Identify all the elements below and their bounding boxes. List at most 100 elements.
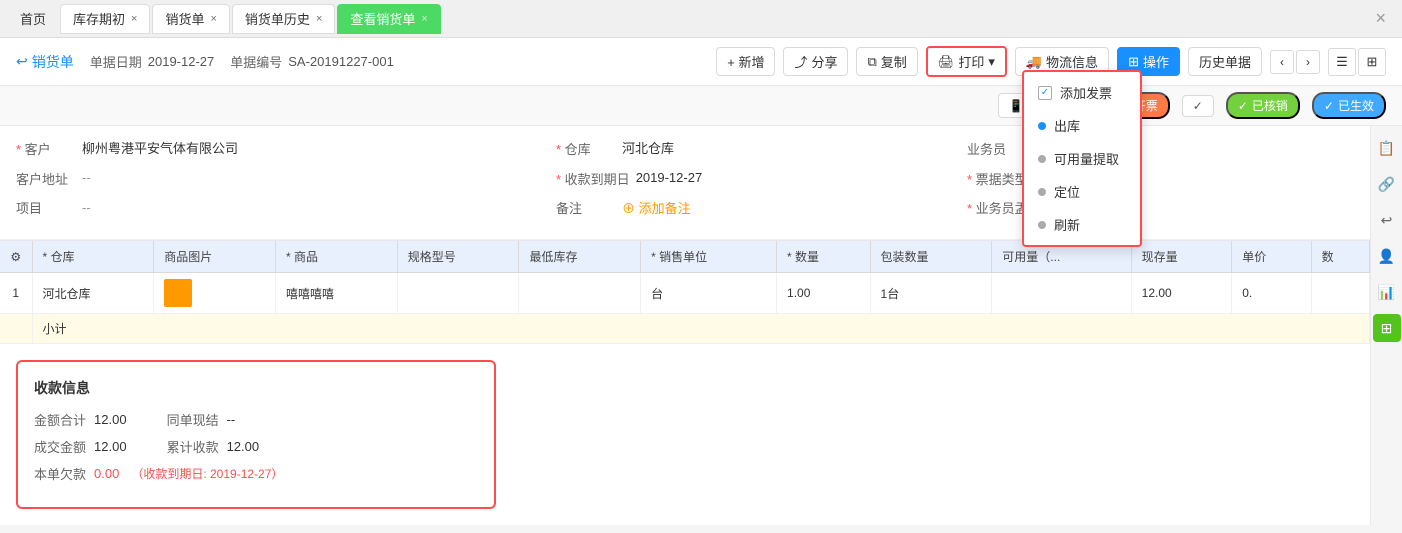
tab-sales-history-label: 销货单历史 bbox=[245, 9, 310, 28]
form-row-1: 客户 柳州粤港平安气体有限公司 仓库 河北仓库 业务员 演示账号 bbox=[16, 138, 1354, 158]
transaction-amount-field: 成交金额 12.00 bbox=[34, 437, 127, 456]
bottom-section: 收款信息 金额合计 12.00 同单现结 -- bbox=[0, 344, 1370, 525]
total-label: 金额合计 bbox=[34, 410, 86, 429]
staff-label: 业务员 bbox=[967, 139, 1027, 158]
dropdown-item-available[interactable]: 可用量提取 bbox=[1024, 142, 1140, 175]
row-min-stock bbox=[519, 273, 641, 314]
nav-next-button[interactable]: › bbox=[1296, 50, 1320, 74]
warehouse-value: 河北仓库 bbox=[622, 138, 943, 158]
cumulative-receipt-field: 累计收款 12.00 bbox=[167, 437, 260, 456]
available-dot-icon bbox=[1038, 155, 1046, 163]
cumulative-receipt-label: 累计收款 bbox=[167, 437, 219, 456]
outbound-dot-icon bbox=[1038, 122, 1046, 130]
main-content-wrapper: ↩ 销货单 单据日期 2019-12-27 单据编号 SA-20191227-0… bbox=[0, 38, 1402, 525]
cancelled-button[interactable]: ✓ 已核销 bbox=[1226, 92, 1300, 119]
nav-arrows: ‹ › bbox=[1270, 50, 1320, 74]
doc-meta: 单据日期 2019-12-27 单据编号 SA-20191227-001 bbox=[90, 52, 394, 71]
customer-label: 客户 bbox=[16, 139, 76, 158]
history-label: 历史单据 bbox=[1199, 52, 1251, 71]
col-settings[interactable]: ⚙ bbox=[0, 241, 32, 273]
copy-button[interactable]: ⧉ 复制 bbox=[856, 47, 917, 76]
app-container: 首页 库存期初 × 销货单 × 销货单历史 × 查看销货单 × × ↩ 销货单 bbox=[0, 0, 1402, 525]
history-button[interactable]: 历史单据 bbox=[1188, 47, 1262, 76]
nav-prev-button[interactable]: ‹ bbox=[1270, 50, 1294, 74]
ticket-type-label: 票据类型 bbox=[967, 169, 1028, 188]
logistics-label: 物流信息 bbox=[1046, 52, 1098, 71]
copy-label: 复制 bbox=[881, 52, 907, 71]
tab-inventory-label: 库存期初 bbox=[73, 9, 125, 28]
print-icon: 🖨 bbox=[938, 54, 955, 70]
share-button[interactable]: ⤴ 分享 bbox=[783, 47, 848, 76]
effective-check-icon: ✓ bbox=[1324, 99, 1334, 113]
sidebar-icon-3[interactable]: ↩ bbox=[1373, 206, 1401, 234]
share-icon: ⤴ bbox=[794, 52, 807, 71]
items-table: ⚙ * 仓库 商品图片 * 商品 规格型号 最低库存 * 销售单位 * 数量 包… bbox=[0, 241, 1370, 344]
dropdown-item-refresh[interactable]: 刷新 bbox=[1024, 208, 1140, 241]
subtotal-label bbox=[0, 314, 32, 344]
refresh-label: 刷新 bbox=[1054, 215, 1080, 234]
confirm-button[interactable]: ✓ bbox=[1182, 95, 1214, 117]
row-product: 嘻嘻嘻嘻 bbox=[275, 273, 397, 314]
same-order-settle-label: 同单现结 bbox=[167, 410, 219, 429]
total-field: 金额合计 12.00 bbox=[34, 410, 127, 429]
row-unit-price: 0. bbox=[1232, 273, 1311, 314]
row-extra bbox=[1311, 273, 1369, 314]
tab-home[interactable]: 首页 bbox=[8, 4, 58, 34]
sidebar-icon-4[interactable]: 👤 bbox=[1373, 242, 1401, 270]
row-spec bbox=[397, 273, 519, 314]
print-button[interactable]: 🖨 打印 ▾ bbox=[926, 46, 1007, 77]
tab-sales-label: 销货单 bbox=[165, 9, 204, 28]
form-row-2: 客户地址 -- 收款到期日 2019-12-27 票据类型 不开票 bbox=[16, 168, 1354, 188]
sidebar-icon-2[interactable]: 🔗 bbox=[1373, 170, 1401, 198]
add-remarks-button[interactable]: ⊕ 添加备注 bbox=[622, 198, 691, 217]
print-arrow-icon: ▾ bbox=[988, 54, 995, 70]
doc-title-area: ↩ 销货单 bbox=[16, 52, 74, 72]
view-buttons: ☰ ⊞ bbox=[1328, 48, 1386, 76]
tab-sales-close[interactable]: × bbox=[210, 13, 216, 25]
tab-sales[interactable]: 销货单 × bbox=[152, 4, 229, 34]
tab-sales-history[interactable]: 销货单历史 × bbox=[232, 4, 335, 34]
tab-view-sales[interactable]: 查看销货单 × bbox=[337, 4, 440, 34]
confirm-icon: ✓ bbox=[1193, 99, 1203, 113]
remarks-label: 备注 bbox=[556, 198, 616, 217]
row-package-qty: 1台 bbox=[870, 273, 992, 314]
sidebar-icon-5[interactable]: 📊 bbox=[1373, 278, 1401, 306]
new-button[interactable]: + 新增 bbox=[716, 47, 775, 76]
payment-date-label: 收款到期日 bbox=[556, 169, 630, 188]
sidebar-icon-1[interactable]: 📋 bbox=[1373, 134, 1401, 162]
add-remarks-label: 添加备注 bbox=[639, 201, 691, 216]
window-close-button[interactable]: × bbox=[1367, 8, 1394, 29]
doc-type-icon: ↩ bbox=[16, 53, 28, 70]
plus-icon: ⊕ bbox=[622, 201, 635, 216]
form-row-3: 项目 -- 备注 ⊕ 添加备注 业务员盂 -- bbox=[16, 198, 1354, 217]
dropdown-item-invoice[interactable]: ✓ 添加发票 bbox=[1024, 76, 1140, 109]
remarks-field: 备注 ⊕ 添加备注 bbox=[556, 198, 943, 217]
payment-date-value: 2019-12-27 bbox=[636, 170, 943, 186]
transaction-amount-value: 12.00 bbox=[94, 439, 127, 454]
current-owe-label: 本单欠款 bbox=[34, 464, 86, 483]
dropdown-item-outbound[interactable]: 出库 bbox=[1024, 109, 1140, 142]
owe-note: （收款到期日: 2019-12-27） bbox=[131, 465, 283, 482]
grid-view-button[interactable]: ⊞ bbox=[1358, 48, 1386, 76]
tab-inventory[interactable]: 库存期初 × bbox=[60, 4, 150, 34]
product-image bbox=[164, 279, 192, 307]
list-view-button[interactable]: ☰ bbox=[1328, 48, 1356, 76]
col-min-stock: 最低库存 bbox=[519, 241, 641, 273]
transaction-amount-label: 成交金额 bbox=[34, 437, 86, 456]
tab-sales-history-close[interactable]: × bbox=[316, 13, 322, 25]
subtotal-row: 小计 bbox=[0, 314, 1370, 344]
payment-info-card: 收款信息 金额合计 12.00 同单现结 -- bbox=[16, 360, 496, 509]
warehouse-label: 仓库 bbox=[556, 139, 616, 158]
project-label: 项目 bbox=[16, 198, 76, 217]
invoice-checkbox-icon: ✓ bbox=[1038, 86, 1052, 100]
share-label: 分享 bbox=[811, 52, 837, 71]
effective-button[interactable]: ✓ 已生效 bbox=[1312, 92, 1386, 119]
sidebar-icon-6[interactable]: ⊞ bbox=[1373, 314, 1401, 342]
col-unit-price: 单价 bbox=[1232, 241, 1311, 273]
tab-bar: 首页 库存期初 × 销货单 × 销货单历史 × 查看销货单 × × bbox=[0, 0, 1402, 38]
row-image bbox=[154, 273, 276, 314]
tab-view-sales-close[interactable]: × bbox=[421, 13, 427, 25]
dropdown-item-locate[interactable]: 定位 bbox=[1024, 175, 1140, 208]
tab-inventory-close[interactable]: × bbox=[131, 13, 137, 25]
operate-label: 操作 bbox=[1143, 52, 1169, 71]
